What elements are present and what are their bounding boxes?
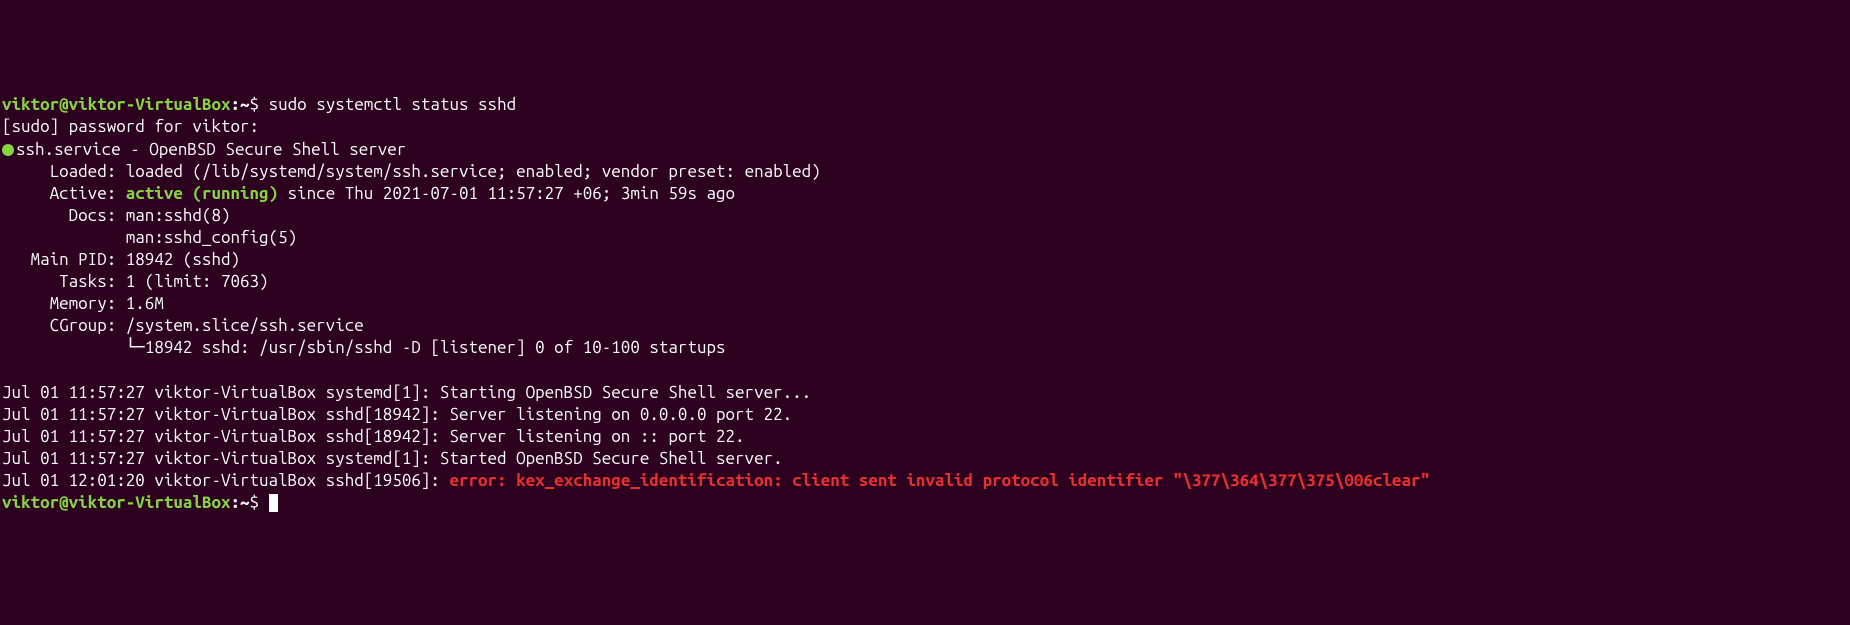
prompt-line-2: viktor@viktor-VirtualBox:~$ [2, 493, 269, 512]
mainpid-label: Main PID: [2, 250, 126, 269]
cgroup-tree-indent [2, 338, 126, 357]
docs-value-2: man:sshd_config(5) [126, 228, 297, 247]
loaded-label: Loaded: [2, 162, 126, 181]
prompt-line-1: viktor@viktor-VirtualBox:~$ sudo systemc… [2, 95, 516, 114]
cgroup-tree-value: 18942 sshd: /usr/sbin/sshd -D [listener]… [145, 338, 726, 357]
tasks-value: 1 (limit: 7063) [126, 272, 269, 291]
prompt-dollar: $ [250, 493, 269, 512]
command-text: sudo systemctl status sshd [269, 95, 517, 114]
memory-value: 1.6M [126, 294, 164, 313]
memory-label: Memory: [2, 294, 126, 313]
cursor-icon [269, 494, 278, 512]
loaded-value: loaded (/lib/systemd/system/ssh.service;… [126, 162, 821, 181]
tree-branch-icon: └─ [126, 338, 145, 357]
active-state: active (running) [126, 184, 278, 203]
cgroup-value: /system.slice/ssh.service [126, 316, 364, 335]
docs-indent [2, 228, 126, 247]
service-name: ssh.service - OpenBSD Secure Shell serve… [16, 140, 406, 159]
prompt-dollar: $ [250, 95, 269, 114]
prompt-user: viktor@viktor-VirtualBox [2, 493, 230, 512]
status-dot [2, 144, 14, 156]
terminal-output[interactable]: viktor@viktor-VirtualBox:~$ sudo systemc… [2, 94, 1848, 514]
cgroup-label: CGroup: [2, 316, 126, 335]
prompt-sep: : [230, 493, 240, 512]
log-line-error: Jul 01 12:01:20 viktor-VirtualBox sshd[1… [2, 471, 1430, 490]
docs-label: Docs: [2, 206, 126, 225]
log-line: Jul 01 11:57:27 viktor-VirtualBox system… [2, 383, 811, 402]
log-line: Jul 01 11:57:27 viktor-VirtualBox sshd[1… [2, 405, 792, 424]
error-message: error: kex_exchange_identification: clie… [449, 471, 1430, 490]
error-prefix: Jul 01 12:01:20 viktor-VirtualBox sshd[1… [2, 471, 449, 490]
prompt-path: ~ [240, 493, 250, 512]
prompt-sep: : [230, 95, 240, 114]
tasks-label: Tasks: [2, 272, 126, 291]
sudo-password-line: [sudo] password for viktor: [2, 117, 259, 136]
mainpid-value: 18942 (sshd) [126, 250, 240, 269]
active-label: Active: [2, 184, 126, 203]
docs-value-1: man:sshd(8) [126, 206, 231, 225]
log-line: Jul 01 11:57:27 viktor-VirtualBox system… [2, 449, 783, 468]
prompt-path: ~ [240, 95, 250, 114]
prompt-user: viktor@viktor-VirtualBox [2, 95, 230, 114]
log-line: Jul 01 11:57:27 viktor-VirtualBox sshd[1… [2, 427, 745, 446]
active-since: since Thu 2021-07-01 11:57:27 +06; 3min … [278, 184, 735, 203]
